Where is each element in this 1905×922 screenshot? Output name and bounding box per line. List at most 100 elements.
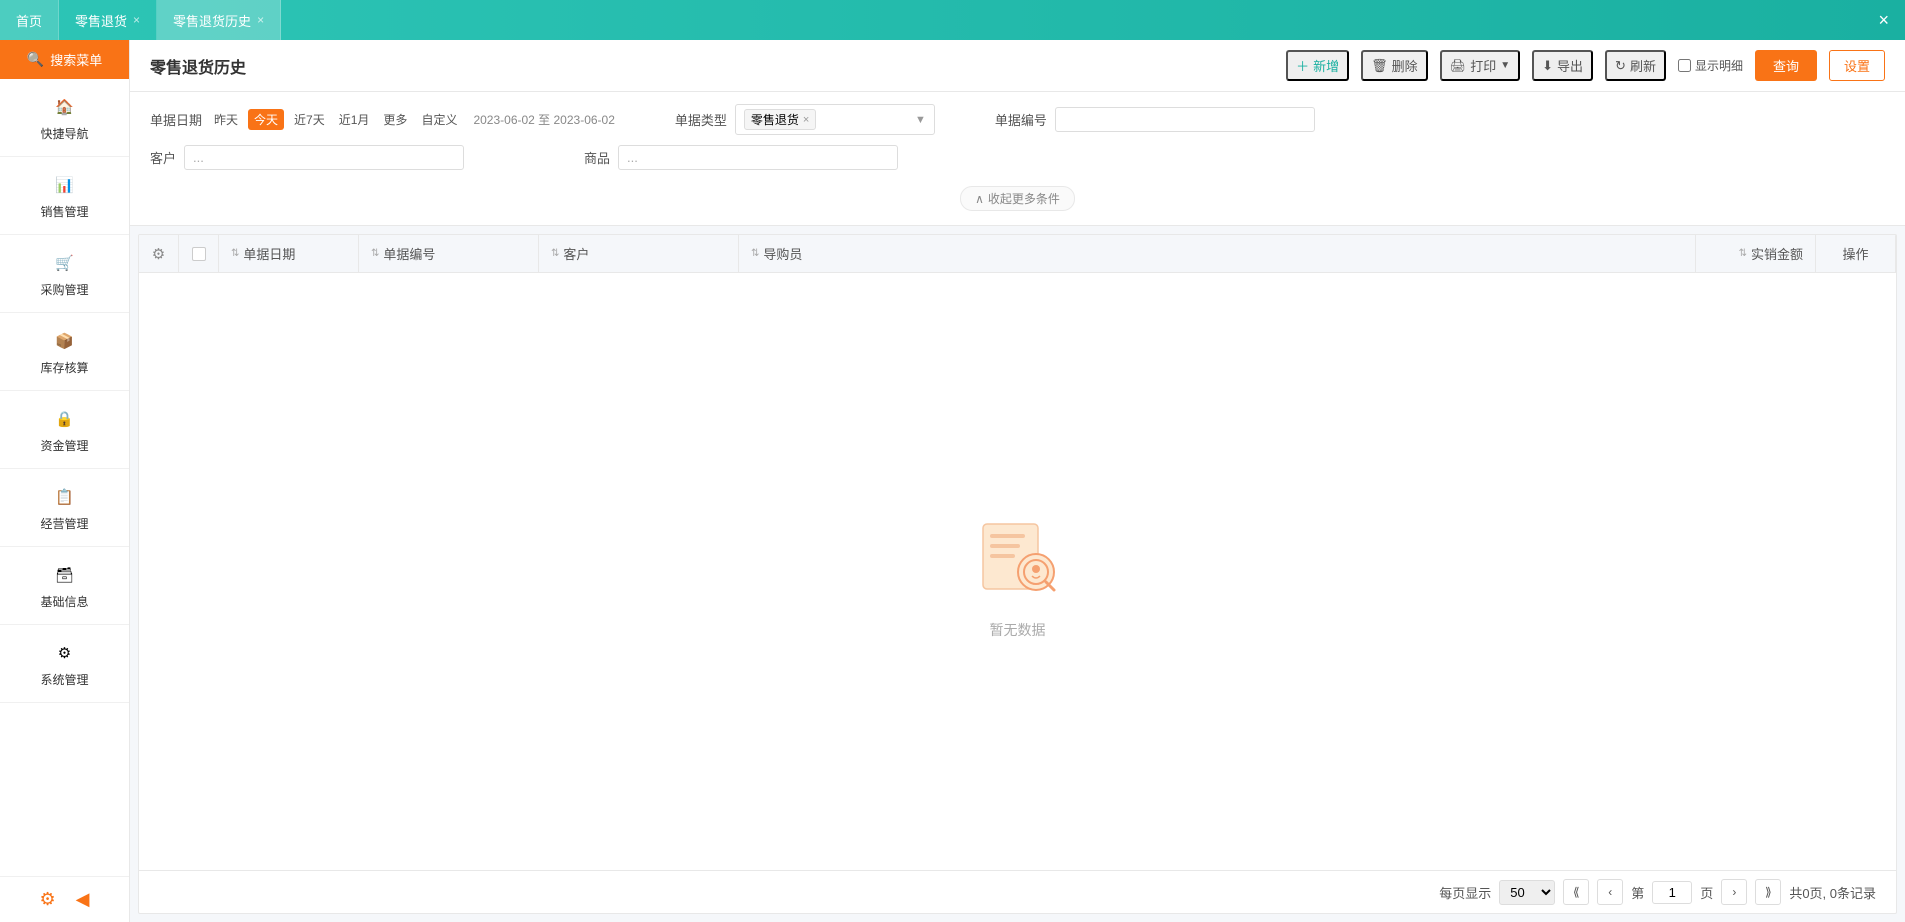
sidebar-item-quick-nav[interactable]: 🏠 快捷导航 [0, 79, 129, 157]
date-custom[interactable]: 自定义 [417, 109, 461, 130]
sidebar-item-finance[interactable]: 🔒 资金管理 [0, 391, 129, 469]
export-icon: ⬇ [1542, 58, 1553, 74]
quick-nav-icon: 🏠 [51, 93, 79, 121]
th-customer: ⇅ 客户 [539, 235, 739, 272]
collapse-icon: ∧ [975, 192, 984, 206]
settings-button[interactable]: 设置 [1829, 50, 1885, 81]
sidebar-item-inventory[interactable]: 📦 库存核算 [0, 313, 129, 391]
page-number-input[interactable] [1652, 881, 1692, 904]
content-area: 零售退货历史 ＋ 新增 🗑 删除 🖨 打印 ▼ ⬇ 导出 [130, 40, 1905, 922]
page-next-button[interactable]: › [1721, 879, 1747, 905]
date-7days[interactable]: 近7天 [290, 109, 329, 130]
refresh-label: 刷新 [1630, 56, 1656, 75]
collapse-label: 收起更多条件 [988, 190, 1060, 207]
sidebar-item-quick-nav-label: 快捷导航 [40, 125, 88, 142]
date-filter: 单据日期 昨天 今天 近7天 近1月 更多 自定义 2023-06-02 至 2… [150, 109, 615, 130]
th-action: 操作 [1816, 235, 1896, 272]
print-button[interactable]: 🖨 打印 ▼ [1440, 50, 1520, 81]
goods-select[interactable]: ... [618, 145, 898, 170]
window-close-button[interactable]: × [1862, 10, 1905, 31]
page-prev-button[interactable]: ‹ [1597, 879, 1623, 905]
type-filter: 单据类型 零售退货 × ▼ [675, 104, 935, 135]
page-actions: ＋ 新增 🗑 删除 🖨 打印 ▼ ⬇ 导出 ↻ 刷新 [1286, 50, 1885, 81]
page-last-button[interactable]: ⟫ [1755, 879, 1781, 905]
delete-icon: 🗑 [1371, 58, 1388, 74]
table-header: ⚙ ⇅ 单据日期 ⇅ 单据编号 ⇅ 客户 ⇅ [139, 235, 1896, 273]
sidebar-item-sales-mgmt[interactable]: 📊 销售管理 [0, 157, 129, 235]
date-today[interactable]: 今天 [248, 109, 284, 130]
delete-label: 删除 [1392, 56, 1418, 75]
date-filter-options: 昨天 今天 近7天 近1月 更多 自定义 [210, 109, 461, 130]
th-check[interactable] [179, 235, 219, 272]
th-amount-label: 实销金额 [1751, 244, 1803, 263]
query-button[interactable]: 查询 [1755, 50, 1817, 81]
system-icon: ⚙ [51, 639, 79, 667]
sidebar-item-base-info[interactable]: 🗃 基础信息 [0, 547, 129, 625]
th-settings[interactable]: ⚙ [139, 235, 179, 272]
tab-retail-return-history[interactable]: 零售退货历史 × [157, 0, 281, 40]
sidebar-search[interactable]: 🔍 搜索菜单 [0, 40, 129, 79]
date-more[interactable]: 更多 [379, 109, 411, 130]
sort-customer-icon[interactable]: ⇅ [551, 248, 559, 259]
sidebar-settings-button[interactable]: ⚙ [40, 889, 56, 910]
sidebar-item-operations[interactable]: 📋 经营管理 [0, 469, 129, 547]
number-input[interactable] [1055, 107, 1315, 132]
tab-retail-return-close[interactable]: × [133, 13, 140, 27]
type-tag-close[interactable]: × [803, 114, 809, 126]
page-size-select[interactable]: 50 20 100 [1499, 880, 1555, 905]
export-button[interactable]: ⬇ 导出 [1532, 50, 1593, 81]
goods-filter-label: 商品 [584, 148, 610, 167]
delete-button[interactable]: 🗑 删除 [1361, 50, 1428, 81]
tab-retail-return-history-close[interactable]: × [257, 13, 264, 27]
tab-retail-return-label: 零售退货 [75, 11, 127, 30]
refresh-icon: ↻ [1615, 58, 1626, 74]
display-detail-checkbox[interactable] [1678, 59, 1691, 72]
empty-state: 暂无数据 [139, 273, 1896, 870]
date-range-display: 2023-06-02 至 2023-06-02 [473, 111, 614, 128]
type-filter-label: 单据类型 [675, 110, 727, 129]
sort-date-icon[interactable]: ⇅ [231, 248, 239, 259]
finance-icon: 🔒 [51, 405, 79, 433]
sidebar-item-purchase-mgmt-label: 采购管理 [40, 281, 88, 298]
date-1month[interactable]: 近1月 [335, 109, 374, 130]
page-first-button[interactable]: ⟪ [1563, 879, 1589, 905]
th-no: ⇅ 单据编号 [359, 235, 539, 272]
total-label: 共0页, 0条记录 [1789, 883, 1876, 902]
purchase-mgmt-icon: 🛒 [51, 249, 79, 277]
table-section: ⚙ ⇅ 单据日期 ⇅ 单据编号 ⇅ 客户 ⇅ [138, 234, 1897, 914]
tab-home-label: 首页 [16, 11, 42, 30]
export-label: 导出 [1557, 56, 1583, 75]
sidebar-item-inventory-label: 库存核算 [40, 359, 88, 376]
display-detail-toggle[interactable]: 显示明细 [1678, 57, 1743, 74]
page-unit: 页 [1700, 883, 1713, 902]
number-filter: 单据编号 [995, 107, 1315, 132]
page-label: 第 [1631, 883, 1644, 902]
th-no-label: 单据编号 [383, 244, 435, 263]
sort-amount-icon[interactable]: ⇅ [1739, 248, 1747, 259]
tab-retail-return-history-label: 零售退货历史 [173, 11, 251, 30]
new-button[interactable]: ＋ 新增 [1286, 50, 1349, 81]
tab-retail-return[interactable]: 零售退货 × [59, 0, 157, 40]
sidebar-item-system[interactable]: ⚙ 系统管理 [0, 625, 129, 703]
sidebar-bottom: ⚙ ◀ [0, 876, 129, 922]
refresh-button[interactable]: ↻ 刷新 [1605, 50, 1666, 81]
sort-no-icon[interactable]: ⇅ [371, 248, 379, 259]
type-select[interactable]: 零售退货 × ▼ [735, 104, 935, 135]
date-yesterday[interactable]: 昨天 [210, 109, 242, 130]
sort-guide-icon[interactable]: ⇅ [751, 248, 759, 259]
collapse-button[interactable]: ∧ 收起更多条件 [960, 186, 1075, 211]
tab-home[interactable]: 首页 [0, 0, 59, 40]
page-title: 零售退货历史 [150, 54, 246, 78]
table-settings-icon[interactable]: ⚙ [152, 245, 165, 263]
page-header: 零售退货历史 ＋ 新增 🗑 删除 🖨 打印 ▼ ⬇ 导出 [130, 40, 1905, 92]
select-all-checkbox[interactable] [192, 247, 206, 261]
sidebar-collapse-button[interactable]: ◀ [76, 889, 90, 910]
sidebar-item-sales-mgmt-label: 销售管理 [40, 203, 88, 220]
customer-select[interactable]: ... [184, 145, 464, 170]
number-filter-label: 单据编号 [995, 110, 1047, 129]
sidebar-item-purchase-mgmt[interactable]: 🛒 采购管理 [0, 235, 129, 313]
sidebar-search-label: 搜索菜单 [50, 50, 102, 69]
sidebar-item-finance-label: 资金管理 [40, 437, 88, 454]
type-tag-label: 零售退货 [751, 111, 799, 128]
customer-filter-label: 客户 [150, 148, 176, 167]
